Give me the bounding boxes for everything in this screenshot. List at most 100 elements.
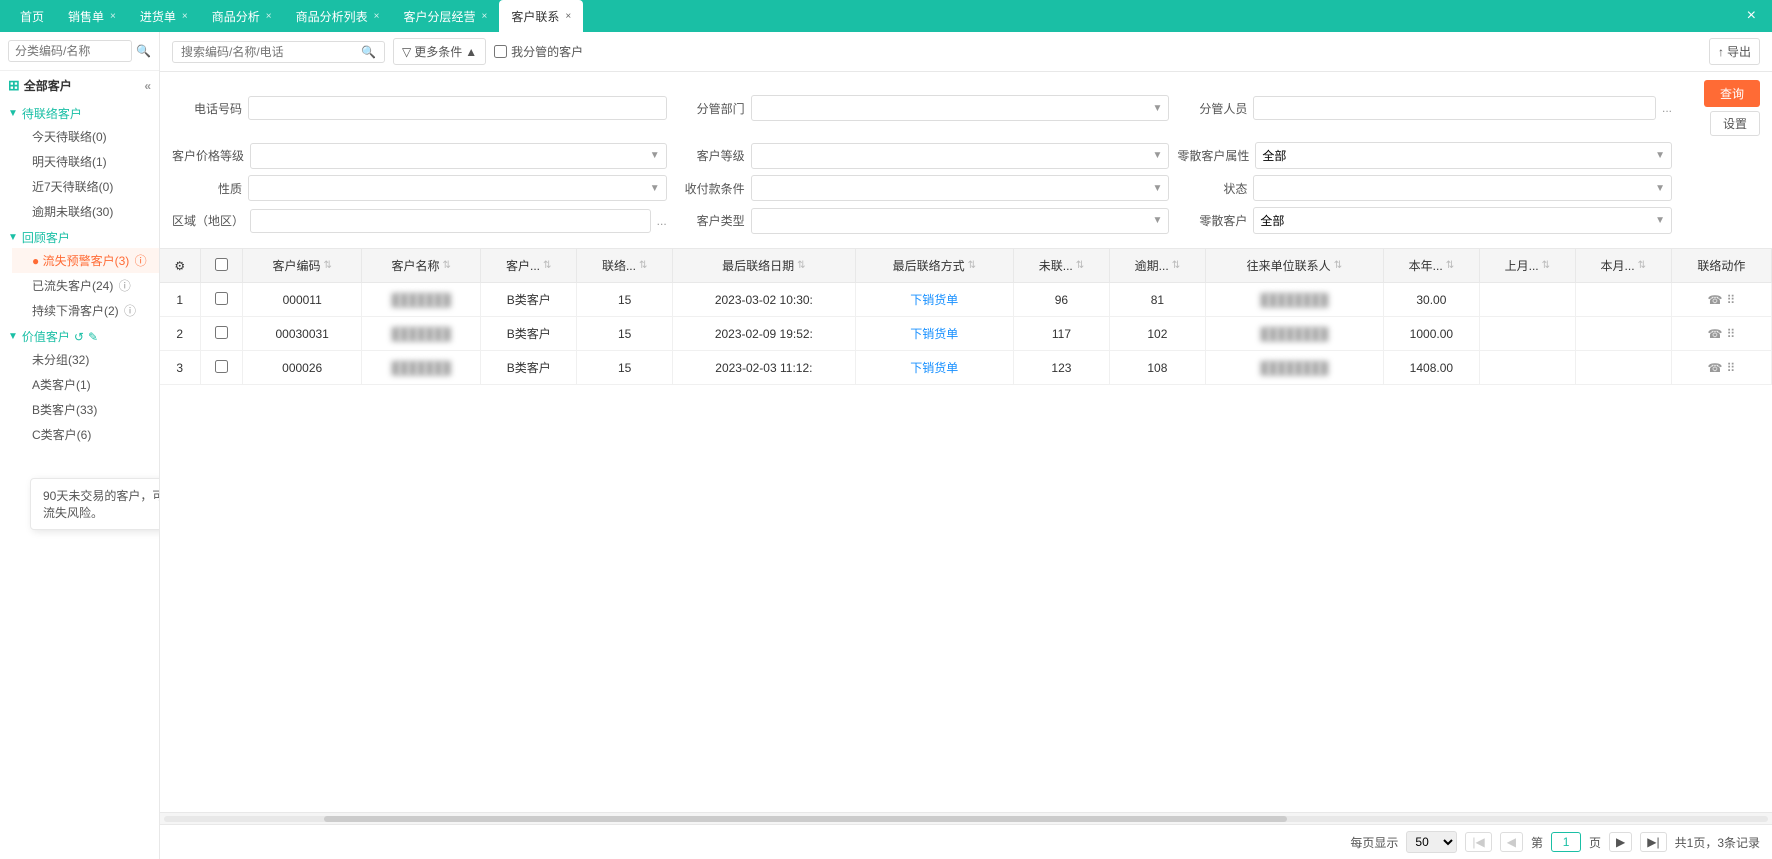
my-customers-label[interactable]: 我分管的客户 — [494, 43, 583, 60]
sidebar-item-today-pending[interactable]: 今天待联络(0) — [12, 124, 159, 149]
tab-home[interactable]: 首页 — [8, 0, 56, 32]
payment-select[interactable]: ▼ — [751, 175, 1170, 201]
sidebar-item-overdue-pending[interactable]: 逾期未联络(30) — [12, 199, 159, 224]
retail-attr-select[interactable]: 全部 ▼ — [1255, 142, 1672, 169]
sidebar-item-churned[interactable]: 已流失客户(24) ⓘ — [12, 273, 159, 298]
tab-close-product-analysis-list[interactable]: × — [374, 11, 380, 22]
per-page-select[interactable]: 50 100 — [1406, 831, 1457, 853]
customer-level-select[interactable]: ▼ — [751, 143, 1170, 169]
row-checkbox[interactable] — [215, 360, 228, 373]
sidebar-group-value[interactable]: ▼ 价值客户 ↺ ✎ — [0, 323, 159, 347]
sidebar-item-churn-warning[interactable]: ● 流失预警客户(3) ⓘ — [12, 248, 159, 273]
tab-product-analysis-list[interactable]: 商品分析列表 × — [284, 0, 392, 32]
select-all-checkbox[interactable] — [215, 258, 228, 271]
sort-date-icon[interactable]: ⇅ — [797, 260, 805, 271]
tab-product-analysis[interactable]: 商品分析 × — [200, 0, 284, 32]
tab-close-customer-tier[interactable]: × — [481, 11, 487, 22]
action-more-icon[interactable]: ⠿ — [1726, 293, 1735, 307]
sidebar-subgroup-value: 未分组(32) A类客户(1) B类客户(33) C类客户(6) — [0, 347, 159, 447]
sidebar-root[interactable]: ⊞ 全部客户 « — [0, 71, 159, 100]
action-contact-icon[interactable]: ☎ — [1707, 361, 1722, 375]
action-contact-icon[interactable]: ☎ — [1707, 293, 1722, 307]
next-page-btn[interactable]: ▶ — [1609, 832, 1632, 852]
value-refresh-icon[interactable]: ↺ — [74, 330, 84, 344]
sidebar-item-7days-pending[interactable]: 近7天待联络(0) — [12, 174, 159, 199]
sidebar-search-icon[interactable]: 🔍 — [136, 44, 151, 58]
th-last-contact-date: 最后联络日期 ⇅ — [673, 249, 855, 283]
tab-sales[interactable]: 销售单 × — [56, 0, 128, 32]
dept-select[interactable]: ▼ — [751, 95, 1170, 121]
sort-name-icon[interactable]: ⇅ — [443, 260, 451, 271]
retail-customer-select[interactable]: 全部 ▼ — [1253, 207, 1672, 234]
region-more-icon[interactable]: ... — [657, 214, 667, 228]
action-more-icon[interactable]: ⠿ — [1726, 327, 1735, 341]
sidebar-collapse-btn[interactable]: « — [144, 79, 151, 93]
sort-uncontacted-icon[interactable]: ⇅ — [1076, 260, 1084, 271]
close-all-tabs[interactable]: × — [1739, 7, 1764, 25]
sidebar-group-pending[interactable]: ▼ 待联络客户 — [0, 100, 159, 124]
tooltip-box: 90天未交易的客户，可能有流失风险。 — [30, 478, 160, 530]
prev-page-btn[interactable]: ◀ — [1500, 832, 1523, 852]
status-select[interactable]: ▼ — [1253, 175, 1672, 201]
sidebar-search-input[interactable] — [8, 40, 132, 62]
sidebar-item-class-c[interactable]: C类客户(6) — [12, 422, 159, 447]
sidebar-group-review[interactable]: ▼ 回顾客户 — [0, 224, 159, 248]
sidebar-item-declining[interactable]: 持续下滑客户(2) ⓘ — [12, 298, 159, 323]
first-page-btn[interactable]: |◀ — [1465, 832, 1491, 852]
th-gear[interactable]: ⚙ — [160, 249, 200, 283]
last-contact-method-link[interactable]: 下销货单 — [910, 293, 958, 307]
sort-contact-icon[interactable]: ⇅ — [639, 260, 647, 271]
th-checkbox[interactable] — [200, 249, 243, 283]
tab-customer-contact[interactable]: 客户联系 × — [499, 0, 583, 32]
action-contact-icon[interactable]: ☎ — [1707, 327, 1722, 341]
my-customers-checkbox[interactable] — [494, 45, 507, 58]
sort-type-icon[interactable]: ⇅ — [543, 260, 551, 271]
sidebar-item-unclassified[interactable]: 未分组(32) — [12, 347, 159, 372]
sort-person-icon[interactable]: ⇅ — [1334, 260, 1342, 271]
tab-purchase[interactable]: 进货单 × — [128, 0, 200, 32]
page-input[interactable] — [1551, 832, 1581, 852]
export-btn[interactable]: ↑ 导出 — [1709, 38, 1760, 65]
tab-close-product-analysis[interactable]: × — [266, 11, 272, 22]
table-cell: 下销货单 — [855, 317, 1013, 351]
tab-close-sales[interactable]: × — [110, 11, 116, 22]
row-checkbox[interactable] — [215, 326, 228, 339]
settings-btn[interactable]: 设置 — [1710, 111, 1760, 136]
sort-this-month-icon[interactable]: ⇅ — [1638, 260, 1646, 271]
sort-code-icon[interactable]: ⇅ — [323, 260, 331, 271]
tab-close-customer-contact[interactable]: × — [565, 11, 571, 22]
table-container: ⚙ 客户编码 ⇅ 客户名称 ⇅ — [160, 249, 1772, 812]
sidebar-item-tomorrow-pending[interactable]: 明天待联络(1) — [12, 149, 159, 174]
last-page-btn[interactable]: ▶| — [1640, 832, 1666, 852]
price-level-select[interactable]: ▼ — [250, 143, 667, 169]
action-more-icon[interactable]: ⠿ — [1726, 361, 1735, 375]
scrollbar-track[interactable] — [164, 816, 1768, 822]
last-contact-method-link[interactable]: 下销货单 — [910, 327, 958, 341]
sort-overdue-icon[interactable]: ⇅ — [1172, 260, 1180, 271]
sort-method-icon[interactable]: ⇅ — [968, 260, 976, 271]
sort-this-year-icon[interactable]: ⇅ — [1446, 260, 1454, 271]
phone-input[interactable] — [248, 96, 667, 120]
table-cell — [1575, 283, 1671, 317]
filter-search-icon[interactable]: 🔍 — [361, 45, 376, 59]
more-conditions-btn[interactable]: ▽ 更多条件 ▲ — [393, 38, 486, 65]
last-contact-method-link[interactable]: 下销货单 — [910, 361, 958, 375]
query-btn[interactable]: 查询 — [1704, 80, 1760, 107]
manager-input[interactable] — [1253, 96, 1656, 120]
customer-type-select[interactable]: ▼ — [751, 208, 1170, 234]
scrollbar-thumb[interactable] — [324, 816, 1286, 822]
row-checkbox[interactable] — [215, 292, 228, 305]
filter-search-input[interactable] — [181, 45, 361, 59]
sidebar-item-class-a[interactable]: A类客户(1) — [12, 372, 159, 397]
sort-last-month-icon[interactable]: ⇅ — [1542, 260, 1550, 271]
tab-close-purchase[interactable]: × — [182, 11, 188, 22]
table-cell — [1479, 283, 1575, 317]
tab-customer-tier[interactable]: 客户分层经营 × — [391, 0, 499, 32]
sidebar-item-class-b[interactable]: B类客户(33) — [12, 397, 159, 422]
table-cell: 123 — [1013, 351, 1109, 385]
value-edit-icon[interactable]: ✎ — [88, 330, 98, 344]
gender-select[interactable]: ▼ — [248, 175, 667, 201]
manager-more-icon[interactable]: ... — [1662, 101, 1672, 115]
region-input[interactable] — [250, 209, 651, 233]
pending-arrow-icon: ▼ — [8, 108, 18, 119]
